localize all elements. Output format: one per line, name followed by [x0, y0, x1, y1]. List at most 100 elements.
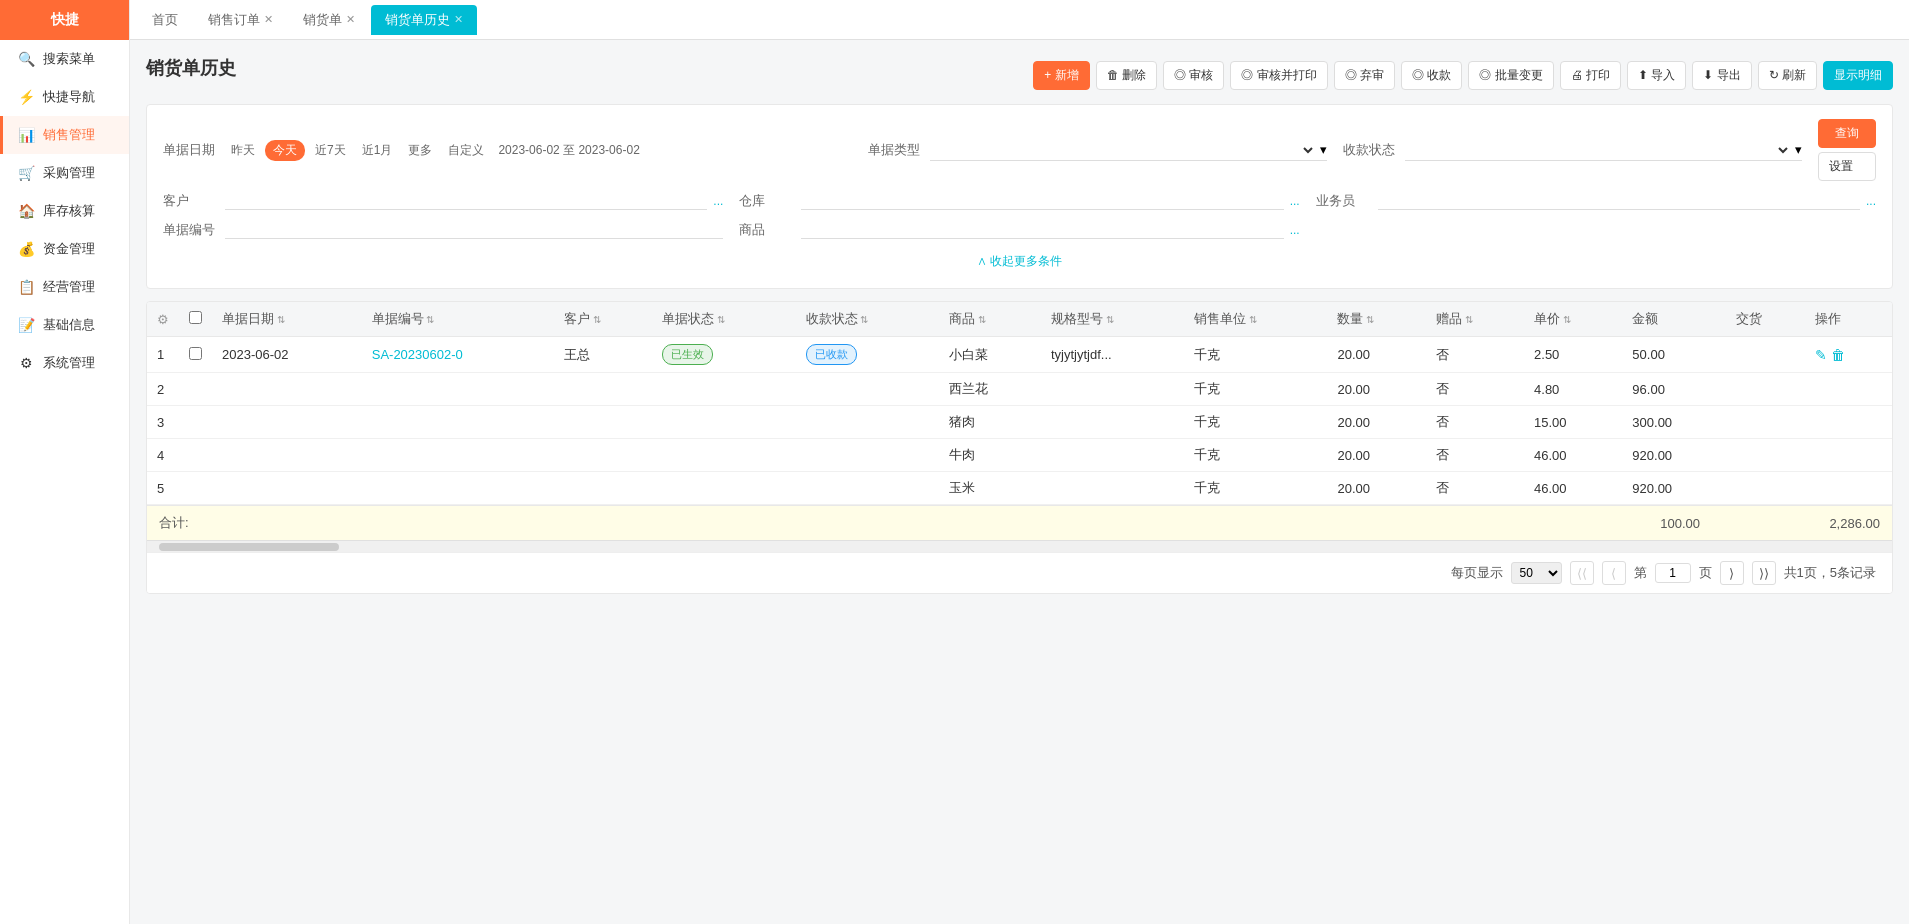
delete-button[interactable]: 🗑 删除	[1096, 61, 1157, 90]
warehouse-input[interactable]	[801, 191, 1283, 210]
col-doc-status[interactable]: 单据状态	[652, 302, 795, 337]
gift-cell: 否	[1426, 406, 1524, 439]
select-all-checkbox[interactable]	[189, 311, 202, 324]
col-gift[interactable]: 赠品	[1426, 302, 1524, 337]
page-size-select[interactable]: 50 20 100	[1511, 562, 1562, 584]
table-checkbox-col[interactable]	[179, 302, 212, 337]
col-spec[interactable]: 规格型号	[1041, 302, 1184, 337]
settings-button[interactable]: 设置	[1818, 152, 1876, 181]
customer-input[interactable]	[225, 191, 707, 210]
print-button[interactable]: 🖨 打印	[1560, 61, 1621, 90]
col-goods[interactable]: 商品	[939, 302, 1041, 337]
doc-type-select[interactable]	[930, 140, 1316, 160]
col-unit[interactable]: 销售单位	[1184, 302, 1327, 337]
doc-no-link[interactable]: SA-20230602-0	[372, 347, 463, 362]
abandon-button[interactable]: ◎ 弃审	[1334, 61, 1395, 90]
refresh-button[interactable]: ↻ 刷新	[1758, 61, 1817, 90]
row-checkbox[interactable]	[189, 347, 202, 360]
collapse-more-btn[interactable]: ∧ 收起更多条件	[163, 249, 1876, 274]
search-icon: 🔍	[17, 51, 35, 67]
tab-sales-goods-close[interactable]: ✕	[346, 13, 355, 26]
table-settings-col[interactable]: ⚙	[147, 302, 179, 337]
tab-home[interactable]: 首页	[138, 5, 192, 35]
col-unit-price[interactable]: 单价	[1524, 302, 1622, 337]
date-7days-btn[interactable]: 近7天	[309, 140, 352, 161]
warehouse-ellipsis-btn[interactable]: ...	[1290, 194, 1300, 208]
query-button[interactable]: 查询	[1818, 119, 1876, 148]
doc-type-label: 单据类型	[868, 141, 924, 159]
first-page-btn[interactable]: ⟨⟨	[1570, 561, 1594, 585]
tab-sales-goods[interactable]: 销货单 ✕	[289, 5, 369, 35]
row-checkbox-cell[interactable]	[179, 406, 212, 439]
col-customer[interactable]: 客户	[554, 302, 652, 337]
date-custom-btn[interactable]: 自定义	[442, 140, 490, 161]
doc-status-cell	[652, 472, 795, 505]
staff-ellipsis-btn[interactable]: ...	[1866, 194, 1876, 208]
collect-status-select[interactable]	[1405, 140, 1791, 160]
sidebar-item-basic-info[interactable]: 📝 基础信息	[0, 306, 129, 344]
col-qty[interactable]: 数量	[1327, 302, 1425, 337]
scrollbar-thumb[interactable]	[159, 543, 339, 551]
col-doc-date[interactable]: 单据日期	[212, 302, 362, 337]
actions-cell	[1805, 472, 1892, 505]
col-doc-no[interactable]: 单据编号	[362, 302, 554, 337]
goods-ellipsis-btn[interactable]: ...	[1290, 223, 1300, 237]
date-today-btn[interactable]: 今天	[265, 140, 305, 161]
receive-button[interactable]: ◎ 收款	[1401, 61, 1462, 90]
export-button[interactable]: ⬇ 导出	[1692, 61, 1751, 90]
last-page-btn[interactable]: ⟩⟩	[1752, 561, 1776, 585]
staff-input[interactable]	[1378, 191, 1860, 210]
date-yesterday-btn[interactable]: 昨天	[225, 140, 261, 161]
date-more-btn[interactable]: 更多	[402, 140, 438, 161]
doc-no-input[interactable]	[225, 220, 723, 239]
sidebar-item-label: 资金管理	[43, 240, 95, 258]
horizontal-scrollbar[interactable]	[147, 540, 1892, 552]
doc-date-cell: 2023-06-02	[212, 337, 362, 373]
goods-input[interactable]	[801, 220, 1283, 239]
row-checkbox-cell[interactable]	[179, 373, 212, 406]
sidebar-item-inventory[interactable]: 🏠 库存核算	[0, 192, 129, 230]
unit-price-cell: 46.00	[1524, 472, 1622, 505]
customer-ellipsis-btn[interactable]: ...	[713, 194, 723, 208]
data-table-container: ⚙ 单据日期 单据编号 客户 单据状态 收款状态 商品 规格型号 销售单位 数量…	[146, 301, 1893, 594]
add-button[interactable]: + 新增	[1033, 61, 1089, 90]
batch-change-button[interactable]: ◎ 批量变更	[1468, 61, 1553, 90]
sidebar-item-search-menu[interactable]: 🔍 搜索菜单	[0, 40, 129, 78]
import-button[interactable]: ⬆ 导入	[1627, 61, 1686, 90]
row-checkbox-cell[interactable]	[179, 337, 212, 373]
tab-sales-history[interactable]: 销货单历史 ✕	[371, 5, 477, 35]
tab-sales-order[interactable]: 销售订单 ✕	[194, 5, 287, 35]
tab-sales-history-label: 销货单历史	[385, 11, 450, 29]
audit-print-button[interactable]: ◎ 审核并打印	[1230, 61, 1327, 90]
prev-page-btn[interactable]: ⟨	[1602, 561, 1626, 585]
row-num-cell: 4	[147, 439, 179, 472]
trade-cell	[1726, 373, 1806, 406]
sidebar-item-sales-mgmt[interactable]: 📊 销售管理	[0, 116, 129, 154]
sidebar-item-purchase-mgmt[interactable]: 🛒 采购管理	[0, 154, 129, 192]
row-checkbox-cell[interactable]	[179, 439, 212, 472]
next-page-btn[interactable]: ⟩	[1720, 561, 1744, 585]
sidebar-item-sys-mgmt[interactable]: ⚙ 系统管理	[0, 344, 129, 382]
doc-no-cell: SA-20230602-0	[362, 337, 554, 373]
lightning-icon: ⚡	[17, 89, 35, 105]
sidebar-item-finance[interactable]: 💰 资金管理	[0, 230, 129, 268]
row-num-cell: 3	[147, 406, 179, 439]
edit-icon-btn[interactable]: ✎	[1815, 347, 1827, 363]
tab-sales-history-close[interactable]: ✕	[454, 13, 463, 26]
date-1month-btn[interactable]: 近1月	[356, 140, 399, 161]
show-detail-button[interactable]: 显示明细	[1823, 61, 1893, 90]
goods-filter-item: 商品 ...	[739, 220, 1299, 239]
tab-sales-order-close[interactable]: ✕	[264, 13, 273, 26]
date-range-display: 2023-06-02 至 2023-06-02	[498, 142, 639, 159]
row-checkbox-cell[interactable]	[179, 472, 212, 505]
total-amount: 2,286.00	[1800, 516, 1880, 531]
page-number-input[interactable]	[1655, 563, 1691, 583]
col-collect-status[interactable]: 收款状态	[796, 302, 939, 337]
sidebar-item-label: 快捷导航	[43, 88, 95, 106]
spec-cell: tyjytjytjdf...	[1041, 337, 1184, 373]
audit-button[interactable]: ◎ 审核	[1163, 61, 1224, 90]
unit-cell: 千克	[1184, 337, 1327, 373]
sidebar-item-operations[interactable]: 📋 经营管理	[0, 268, 129, 306]
delete-icon-btn[interactable]: 🗑	[1831, 347, 1845, 363]
sidebar-item-quick-nav[interactable]: ⚡ 快捷导航	[0, 78, 129, 116]
